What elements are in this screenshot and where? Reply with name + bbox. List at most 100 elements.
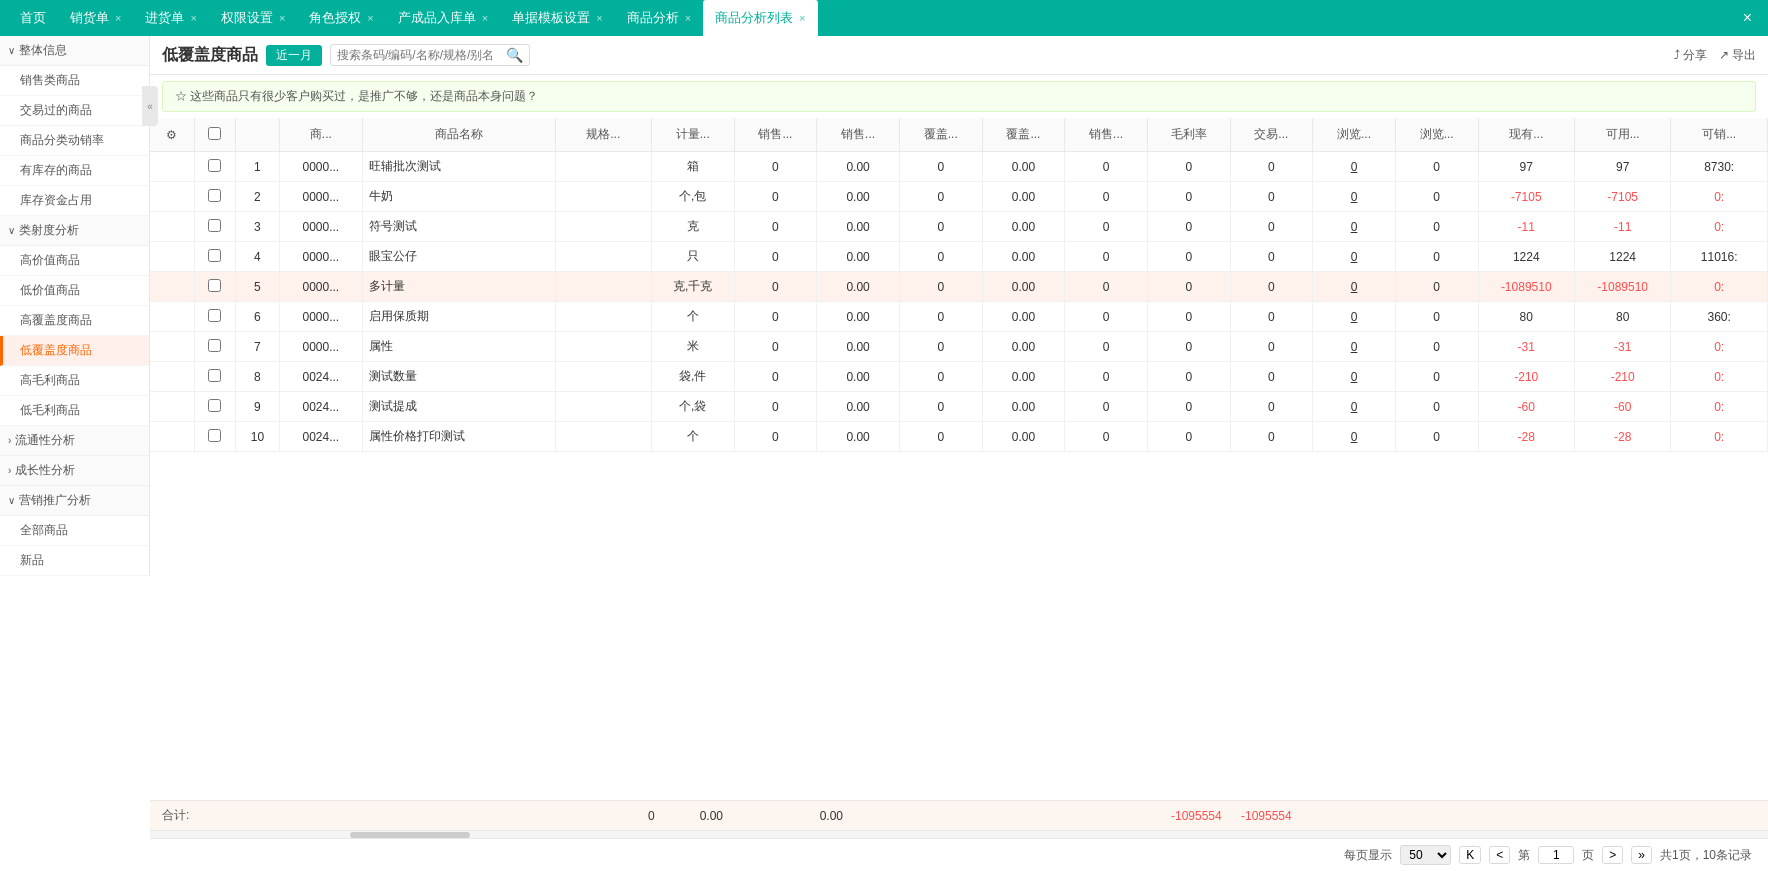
- close-finished-goods-tab[interactable]: ×: [482, 12, 488, 24]
- horizontal-scrollbar[interactable]: [150, 830, 1768, 838]
- first-page-btn[interactable]: K: [1459, 846, 1481, 864]
- select-all-checkbox[interactable]: [208, 127, 221, 140]
- row-settings-0[interactable]: [150, 152, 194, 182]
- row-settings-7[interactable]: [150, 362, 194, 392]
- sidebar-item-in-stock[interactable]: 有库存的商品: [0, 156, 149, 186]
- col-browse1[interactable]: 浏览...: [1313, 118, 1396, 152]
- sidebar-item-category-rate[interactable]: 商品分类动销率: [0, 126, 149, 156]
- row-settings-5[interactable]: [150, 302, 194, 332]
- sidebar-item-low-margin[interactable]: 低毛利商品: [0, 396, 149, 426]
- settings-icon[interactable]: ⚙: [166, 128, 177, 142]
- next-page-btn[interactable]: >: [1602, 846, 1623, 864]
- row-settings-6[interactable]: [150, 332, 194, 362]
- col-browse2[interactable]: 浏览...: [1395, 118, 1478, 152]
- row-settings-3[interactable]: [150, 242, 194, 272]
- close-product-analysis-tab[interactable]: ×: [685, 12, 691, 24]
- close-all-tabs-btn[interactable]: ×: [1735, 9, 1760, 27]
- col-code[interactable]: 商...: [279, 118, 362, 152]
- row-browse1-5[interactable]: 0: [1313, 302, 1396, 332]
- row-settings-4[interactable]: [150, 272, 194, 302]
- sidebar-item-low-value[interactable]: 低价值商品: [0, 276, 149, 306]
- col-cov1[interactable]: 覆盖...: [899, 118, 982, 152]
- export-btn[interactable]: ↗ 导出: [1719, 47, 1756, 64]
- sidebar-group-liquidity[interactable]: › 流通性分析: [0, 426, 149, 456]
- nav-tab-permissions[interactable]: 权限设置 ×: [209, 0, 297, 36]
- sidebar-item-low-coverage[interactable]: 低覆盖度商品: [0, 336, 149, 366]
- nav-tab-purchase[interactable]: 进货单 ×: [133, 0, 208, 36]
- nav-tab-product-analysis[interactable]: 商品分析 ×: [615, 0, 703, 36]
- scrollbar-thumb[interactable]: [350, 832, 470, 838]
- row-checkbox-6[interactable]: [194, 332, 235, 362]
- row-checkbox-9[interactable]: [194, 422, 235, 452]
- row-browse1-1[interactable]: 0: [1313, 182, 1396, 212]
- row-settings-9[interactable]: [150, 422, 194, 452]
- col-stock2[interactable]: 可用...: [1574, 118, 1670, 152]
- row-browse1-3[interactable]: 0: [1313, 242, 1396, 272]
- row-checkbox-1[interactable]: [194, 182, 235, 212]
- col-unit[interactable]: 计量...: [651, 118, 734, 152]
- search-input[interactable]: [337, 48, 506, 62]
- sidebar-group-growth[interactable]: › 成长性分析: [0, 456, 149, 486]
- sidebar-item-traded-products[interactable]: 交易过的商品: [0, 96, 149, 126]
- row-checkbox-3[interactable]: [194, 242, 235, 272]
- sidebar-group-overview[interactable]: ∨ 整体信息: [0, 36, 149, 66]
- sidebar-item-all-products[interactable]: 全部商品: [0, 516, 149, 546]
- page-input[interactable]: [1538, 846, 1574, 864]
- close-template-tab[interactable]: ×: [596, 12, 602, 24]
- row-checkbox-5[interactable]: [194, 302, 235, 332]
- row-checkbox-2[interactable]: [194, 212, 235, 242]
- sidebar-group-category-analysis[interactable]: ∨ 类射度分析: [0, 216, 149, 246]
- sidebar-item-high-margin[interactable]: 高毛利商品: [0, 366, 149, 396]
- col-name[interactable]: 商品名称: [362, 118, 555, 152]
- sidebar-group-marketing[interactable]: ∨ 营销推广分析: [0, 486, 149, 516]
- nav-tab-home[interactable]: 首页: [8, 0, 58, 36]
- nav-tab-product-analysis-list[interactable]: 商品分析列表 ×: [703, 0, 817, 36]
- period-button[interactable]: 近一月: [266, 45, 322, 66]
- row-checkbox-4[interactable]: [194, 272, 235, 302]
- sidebar-collapse-btn[interactable]: «: [142, 86, 158, 126]
- sidebar-item-sales-products[interactable]: 销售类商品: [0, 66, 149, 96]
- last-page-btn[interactable]: »: [1631, 846, 1652, 864]
- table-container[interactable]: ⚙ 商... 商品名称 规格... 计量... 销售... 销售... 覆盖..…: [150, 118, 1768, 800]
- row-browse1-9[interactable]: 0: [1313, 422, 1396, 452]
- col-sales3[interactable]: 销售...: [1065, 118, 1148, 152]
- row-browse1-2[interactable]: 0: [1313, 212, 1396, 242]
- sidebar-item-high-coverage[interactable]: 高覆盖度商品: [0, 306, 149, 336]
- row-checkbox-8[interactable]: [194, 392, 235, 422]
- col-sellable[interactable]: 可销...: [1671, 118, 1768, 152]
- col-margin[interactable]: 毛利率: [1147, 118, 1230, 152]
- search-icon[interactable]: 🔍: [506, 47, 523, 63]
- nav-tab-sales[interactable]: 销货单 ×: [58, 0, 133, 36]
- col-checkbox[interactable]: [194, 118, 235, 152]
- row-settings-1[interactable]: [150, 182, 194, 212]
- row-settings-2[interactable]: [150, 212, 194, 242]
- row-settings-8[interactable]: [150, 392, 194, 422]
- row-browse1-8[interactable]: 0: [1313, 392, 1396, 422]
- row-browse1-0[interactable]: 0: [1313, 152, 1396, 182]
- per-page-select[interactable]: 50 100 200: [1400, 845, 1451, 865]
- col-sales-qty[interactable]: 销售...: [734, 118, 817, 152]
- sidebar-item-new-products[interactable]: 新品: [0, 546, 149, 576]
- row-checkbox-7[interactable]: [194, 362, 235, 392]
- sidebar-item-stock-capital[interactable]: 库存资金占用: [0, 186, 149, 216]
- sidebar-item-high-value[interactable]: 高价值商品: [0, 246, 149, 276]
- row-browse1-6[interactable]: 0: [1313, 332, 1396, 362]
- close-permissions-tab[interactable]: ×: [279, 12, 285, 24]
- close-product-analysis-list-tab[interactable]: ×: [799, 12, 805, 24]
- close-roles-tab[interactable]: ×: [367, 12, 373, 24]
- col-cov2[interactable]: 覆盖...: [982, 118, 1065, 152]
- col-stock1[interactable]: 现有...: [1478, 118, 1574, 152]
- close-purchase-tab[interactable]: ×: [190, 12, 196, 24]
- row-browse1-4[interactable]: 0: [1313, 272, 1396, 302]
- col-spec[interactable]: 规格...: [555, 118, 651, 152]
- nav-tab-roles[interactable]: 角色授权 ×: [297, 0, 385, 36]
- col-sales-amt[interactable]: 销售...: [817, 118, 900, 152]
- share-btn[interactable]: ⤴ 分享: [1674, 47, 1707, 64]
- nav-tab-template[interactable]: 单据模板设置 ×: [500, 0, 614, 36]
- nav-tab-finished-goods[interactable]: 产成品入库单 ×: [386, 0, 500, 36]
- close-sales-tab[interactable]: ×: [115, 12, 121, 24]
- row-browse1-7[interactable]: 0: [1313, 362, 1396, 392]
- col-trade[interactable]: 交易...: [1230, 118, 1313, 152]
- prev-page-btn[interactable]: <: [1489, 846, 1510, 864]
- row-checkbox-0[interactable]: [194, 152, 235, 182]
